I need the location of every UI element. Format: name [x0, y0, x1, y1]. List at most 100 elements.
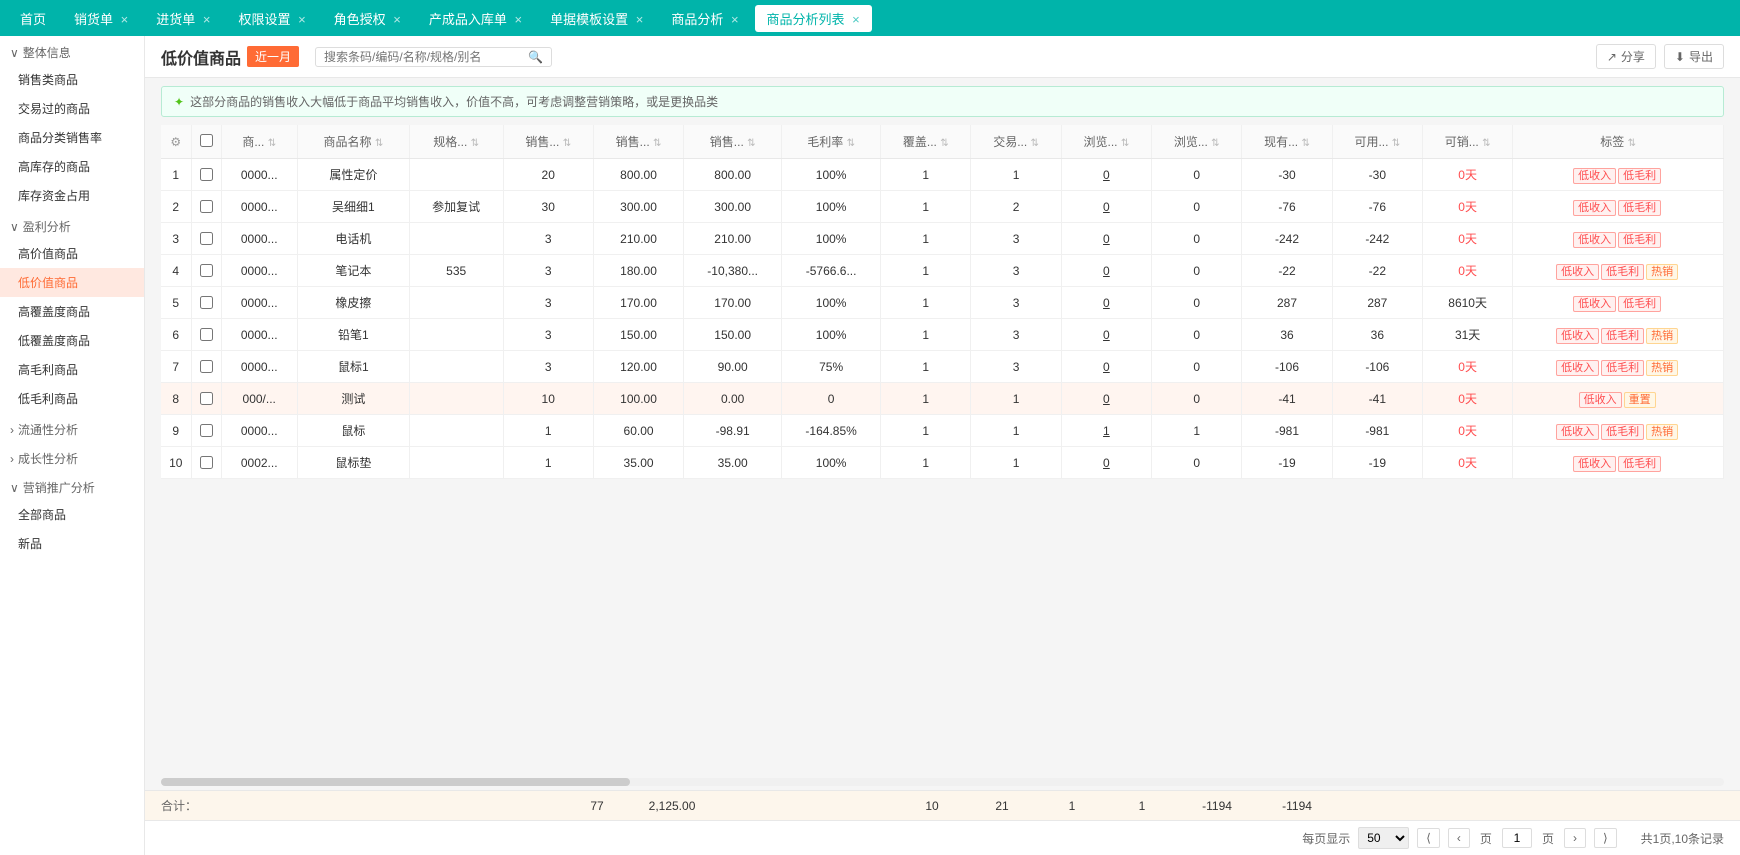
- nav-sales[interactable]: 销货单 ×: [62, 5, 140, 32]
- sidebar-group-growth[interactable]: › 成长性分析: [0, 442, 144, 471]
- cell-col12[interactable]: 0: [1061, 351, 1151, 383]
- sidebar-item-high-value[interactable]: 高价值商品: [0, 239, 144, 268]
- row-checkbox[interactable]: [200, 328, 213, 341]
- cell-col12[interactable]: 0: [1061, 255, 1151, 287]
- cell-col12[interactable]: 0: [1061, 447, 1151, 479]
- cell-col12[interactable]: 1: [1061, 415, 1151, 447]
- horizontal-scrollbar[interactable]: [161, 778, 1724, 786]
- col12-link[interactable]: 0: [1103, 264, 1110, 278]
- th-col6[interactable]: 销售... ⇅: [503, 125, 593, 159]
- row-checkbox[interactable]: [200, 424, 213, 437]
- nav-permissions[interactable]: 权限设置 ×: [226, 5, 317, 32]
- col12-link[interactable]: 0: [1103, 168, 1110, 182]
- col12-link[interactable]: 0: [1103, 456, 1110, 470]
- th-name[interactable]: 商品名称 ⇅: [297, 125, 409, 159]
- scrollbar-thumb[interactable]: [161, 778, 630, 786]
- th-settings[interactable]: ⚙: [161, 125, 191, 159]
- time-tag[interactable]: 近一月: [247, 46, 299, 67]
- settings-icon[interactable]: ⚙: [170, 135, 181, 149]
- col12-link[interactable]: 0: [1103, 360, 1110, 374]
- th-transactions[interactable]: 交易... ⇅: [971, 125, 1061, 159]
- sidebar-item-high-stock[interactable]: 高库存的商品: [0, 152, 144, 181]
- row-checkbox[interactable]: [200, 296, 213, 309]
- nav-purchase[interactable]: 进货单 ×: [144, 5, 222, 32]
- nav-roles[interactable]: 角色授权 ×: [322, 5, 413, 32]
- row-checkbox[interactable]: [200, 200, 213, 213]
- sidebar-item-high-coverage[interactable]: 高覆盖度商品: [0, 297, 144, 326]
- sidebar-item-stock-capital[interactable]: 库存资金占用: [0, 181, 144, 210]
- sidebar-item-sales-goods[interactable]: 销售类商品: [0, 65, 144, 94]
- sidebar-group-overall[interactable]: ∨ 整体信息: [0, 36, 144, 65]
- export-button[interactable]: ⬇ 导出: [1664, 44, 1724, 69]
- th-checkbox[interactable]: [191, 125, 221, 159]
- cell-checkbox[interactable]: [191, 383, 221, 415]
- th-col8[interactable]: 销售... ⇅: [684, 125, 782, 159]
- sidebar-item-traded-goods[interactable]: 交易过的商品: [0, 94, 144, 123]
- row-checkbox[interactable]: [200, 360, 213, 373]
- col12-link[interactable]: 0: [1103, 328, 1110, 342]
- row-checkbox[interactable]: [200, 264, 213, 277]
- cell-checkbox[interactable]: [191, 191, 221, 223]
- cell-checkbox[interactable]: [191, 415, 221, 447]
- nav-home[interactable]: 首页: [8, 5, 58, 32]
- cell-checkbox[interactable]: [191, 159, 221, 191]
- cell-checkbox[interactable]: [191, 223, 221, 255]
- th-available[interactable]: 可用... ⇅: [1332, 125, 1422, 159]
- cell-col12[interactable]: 0: [1061, 383, 1151, 415]
- th-code[interactable]: 商... ⇅: [221, 125, 297, 159]
- sidebar-item-all-goods[interactable]: 全部商品: [0, 500, 144, 529]
- sidebar-item-low-value[interactable]: 低价值商品: [0, 268, 144, 297]
- first-page-button[interactable]: ⟨: [1417, 828, 1440, 848]
- row-checkbox[interactable]: [200, 168, 213, 181]
- cell-checkbox[interactable]: [191, 287, 221, 319]
- sidebar-item-new-goods[interactable]: 新品: [0, 529, 144, 558]
- row-checkbox[interactable]: [200, 456, 213, 469]
- th-spec[interactable]: 规格... ⇅: [409, 125, 503, 159]
- sidebar-item-category-sales[interactable]: 商品分类销售率: [0, 123, 144, 152]
- row-checkbox[interactable]: [200, 392, 213, 405]
- cell-checkbox[interactable]: [191, 255, 221, 287]
- cell-checkbox[interactable]: [191, 351, 221, 383]
- nav-goods-analysis-list[interactable]: 商品分析列表 ×: [755, 5, 872, 32]
- share-button[interactable]: ↗ 分享: [1596, 44, 1656, 69]
- col12-link[interactable]: 0: [1103, 296, 1110, 310]
- sidebar-item-high-margin[interactable]: 高毛利商品: [0, 355, 144, 384]
- search-input[interactable]: [324, 50, 524, 64]
- sidebar-item-low-margin[interactable]: 低毛利商品: [0, 384, 144, 413]
- select-all-checkbox[interactable]: [200, 134, 213, 147]
- nav-template[interactable]: 单据模板设置 ×: [538, 5, 655, 32]
- sidebar-group-profit[interactable]: ∨ 盈利分析: [0, 210, 144, 239]
- cell-tags: 低收入重置: [1513, 383, 1724, 415]
- next-page-button[interactable]: ›: [1564, 828, 1586, 848]
- sidebar-group-marketing[interactable]: ∨ 营销推广分析: [0, 471, 144, 500]
- row-checkbox[interactable]: [200, 232, 213, 245]
- th-tags[interactable]: 标签 ⇅: [1513, 125, 1724, 159]
- search-icon[interactable]: 🔍: [528, 50, 543, 64]
- page-number-input[interactable]: [1502, 828, 1532, 848]
- col12-link[interactable]: 0: [1103, 232, 1110, 246]
- nav-goods-analysis[interactable]: 商品分析 ×: [659, 5, 750, 32]
- cell-checkbox[interactable]: [191, 447, 221, 479]
- th-views2[interactable]: 浏览... ⇅: [1152, 125, 1242, 159]
- prev-page-button[interactable]: ‹: [1448, 828, 1470, 848]
- cell-col12[interactable]: 0: [1061, 319, 1151, 351]
- th-views1[interactable]: 浏览... ⇅: [1061, 125, 1151, 159]
- th-coverage[interactable]: 覆盖... ⇅: [881, 125, 971, 159]
- sidebar-item-low-coverage[interactable]: 低覆盖度商品: [0, 326, 144, 355]
- col12-link[interactable]: 1: [1103, 424, 1110, 438]
- nav-product-stock[interactable]: 产成品入库单 ×: [417, 5, 534, 32]
- cell-checkbox[interactable]: [191, 319, 221, 351]
- cell-col12[interactable]: 0: [1061, 191, 1151, 223]
- th-col7[interactable]: 销售... ⇅: [593, 125, 683, 159]
- th-current[interactable]: 现有... ⇅: [1242, 125, 1332, 159]
- th-sellable[interactable]: 可销... ⇅: [1422, 125, 1512, 159]
- col12-link[interactable]: 0: [1103, 200, 1110, 214]
- last-page-button[interactable]: ⟩: [1594, 828, 1617, 848]
- per-page-select[interactable]: 50 100 200: [1358, 827, 1409, 849]
- sidebar-group-liquidity[interactable]: › 流通性分析: [0, 413, 144, 442]
- cell-col12[interactable]: 0: [1061, 287, 1151, 319]
- th-margin[interactable]: 毛利率 ⇅: [782, 125, 881, 159]
- col12-link[interactable]: 0: [1103, 392, 1110, 406]
- cell-col12[interactable]: 0: [1061, 223, 1151, 255]
- cell-col12[interactable]: 0: [1061, 159, 1151, 191]
